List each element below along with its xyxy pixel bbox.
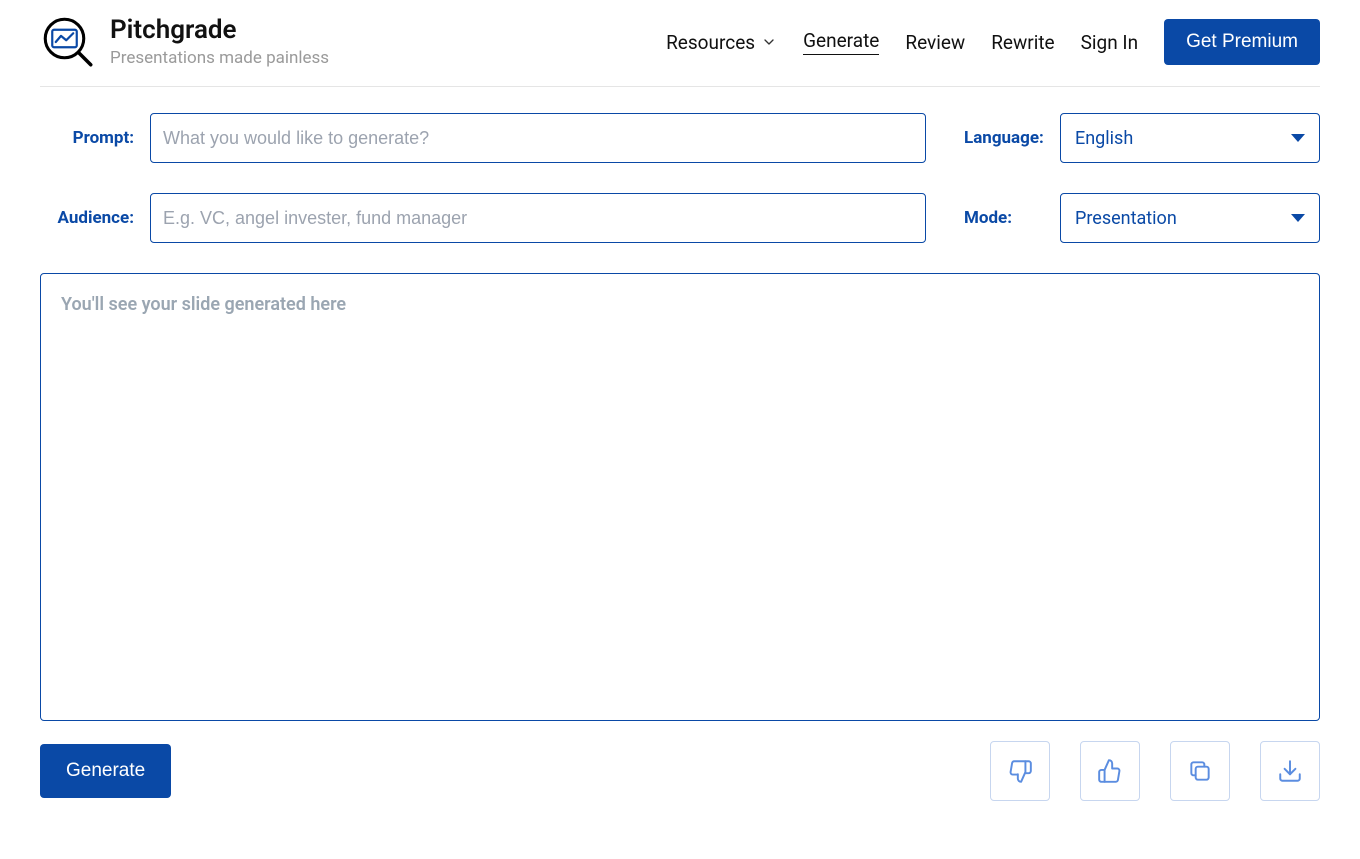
brand-title: Pitchgrade	[110, 16, 329, 45]
copy-button[interactable]	[1170, 741, 1230, 801]
nav-review[interactable]: Review	[905, 31, 965, 54]
brand: Pitchgrade Presentations made painless	[40, 14, 329, 70]
thumbs-up-icon	[1097, 758, 1123, 784]
mode-select[interactable]: Presentation	[1060, 193, 1320, 243]
nav-signin[interactable]: Sign In	[1081, 31, 1138, 54]
nav-rewrite-label: Rewrite	[991, 31, 1054, 54]
mode-label: Mode:	[964, 208, 1044, 228]
action-bar: Generate	[40, 741, 1320, 831]
dropdown-triangle-icon	[1291, 214, 1305, 222]
audience-row: Audience: Mode: Presentation	[40, 193, 1320, 243]
nav-generate-label: Generate	[803, 29, 879, 52]
audience-input[interactable]	[150, 193, 926, 243]
copy-icon	[1187, 758, 1213, 784]
chevron-down-icon	[761, 34, 777, 50]
thumbs-up-button[interactable]	[1080, 741, 1140, 801]
output-box: You'll see your slide generated here	[40, 273, 1320, 721]
nav-rewrite[interactable]: Rewrite	[991, 31, 1054, 54]
nav-resources-label: Resources	[666, 31, 755, 54]
nav: Resources Generate Review Rewrite Sign I…	[666, 19, 1320, 65]
prompt-row: Prompt: Language: English	[40, 113, 1320, 163]
generation-form: Prompt: Language: English Audience: Mode…	[40, 87, 1320, 831]
dropdown-triangle-icon	[1291, 134, 1305, 142]
nav-review-label: Review	[905, 31, 965, 54]
download-icon	[1277, 758, 1303, 784]
nav-resources[interactable]: Resources	[666, 31, 777, 54]
prompt-input[interactable]	[150, 113, 926, 163]
generate-button[interactable]: Generate	[40, 744, 171, 798]
header: Pitchgrade Presentations made painless R…	[40, 0, 1320, 87]
language-select-value: English	[1075, 128, 1133, 149]
nav-generate[interactable]: Generate	[803, 29, 879, 55]
mode-select-value: Presentation	[1075, 208, 1177, 229]
prompt-label: Prompt:	[40, 128, 134, 148]
thumbs-down-button[interactable]	[990, 741, 1050, 801]
download-button[interactable]	[1260, 741, 1320, 801]
thumbs-down-icon	[1007, 758, 1033, 784]
output-placeholder: You'll see your slide generated here	[61, 294, 1299, 315]
icon-button-row	[990, 741, 1320, 801]
language-select[interactable]: English	[1060, 113, 1320, 163]
logo-icon	[40, 14, 96, 70]
brand-subtitle: Presentations made painless	[110, 48, 329, 68]
language-label: Language:	[964, 128, 1044, 148]
nav-signin-label: Sign In	[1081, 31, 1138, 54]
get-premium-button[interactable]: Get Premium	[1164, 19, 1320, 65]
audience-label: Audience:	[40, 208, 134, 228]
